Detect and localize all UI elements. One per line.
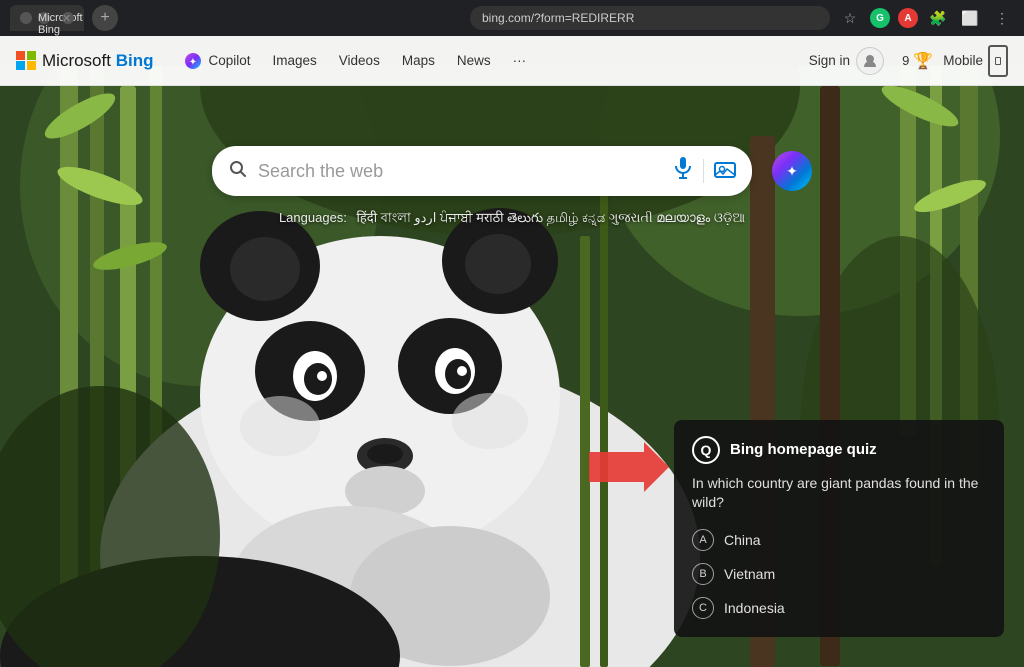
copilot-icon: ✦ — [183, 51, 203, 71]
option-b-circle: B — [692, 563, 714, 585]
quiz-icon: Q — [692, 436, 720, 464]
trophy-icon: 🏆 — [913, 51, 933, 71]
main-container: Microsoft Bing ✦ Copilot — [0, 36, 1024, 667]
quiz-option-a[interactable]: A China — [692, 527, 986, 553]
adblock-extension[interactable]: A — [898, 8, 918, 28]
extensions-button[interactable]: 🧩 — [926, 6, 950, 30]
menu-button[interactable]: ⋮ — [990, 6, 1014, 30]
option-b-text: Vietnam — [724, 566, 775, 582]
quiz-option-b[interactable]: B Vietnam — [692, 561, 986, 587]
option-a-circle: A — [692, 529, 714, 551]
nav-right: Sign in 9 🏆 Mobile — [801, 43, 1008, 79]
image-search-button[interactable] — [714, 159, 736, 184]
option-c-circle: C — [692, 597, 714, 619]
quiz-option-c[interactable]: C Indonesia — [692, 595, 986, 621]
search-divider — [703, 159, 704, 183]
nav-item-maps[interactable]: Maps — [392, 47, 445, 74]
languages-list: हिंदी বাংলা اردو ਪੰਜਾਬੀ मराठी తెలుగు தமி… — [357, 210, 746, 225]
points-badge[interactable]: 9 🏆 — [902, 51, 933, 71]
quiz-header: Q Bing homepage quiz — [692, 436, 986, 464]
split-view-button[interactable]: ⬜ — [958, 6, 982, 30]
nav-item-images[interactable]: Images — [263, 47, 327, 74]
option-a-text: China — [724, 532, 761, 548]
new-tab-button[interactable]: + — [92, 5, 118, 31]
quiz-question: In which country are giant pandas found … — [692, 474, 986, 513]
copilot-circle-button[interactable]: ✦ — [772, 151, 812, 191]
browser-chrome: Microsoft Bing ✕ + bing.com/?form=REDIRE… — [0, 0, 1024, 36]
microsoft-logo — [16, 51, 36, 71]
navbar: Microsoft Bing ✦ Copilot — [0, 36, 1024, 86]
quiz-title: Bing homepage quiz — [730, 441, 877, 458]
logo-text: Microsoft Bing — [42, 51, 153, 71]
tab-close[interactable]: ✕ — [62, 12, 74, 24]
languages-label: Languages: — [279, 210, 347, 225]
sign-in-button[interactable]: Sign in — [801, 43, 892, 79]
search-input[interactable] — [258, 161, 663, 182]
nav-item-videos[interactable]: Videos — [329, 47, 390, 74]
languages-bar: Languages: हिंदी বাংলা اردو ਪੰਜਾਬੀ मराठी… — [279, 208, 745, 230]
mobile-button[interactable]: Mobile — [943, 45, 1008, 77]
address-text: bing.com/?form=REDIRERR — [482, 11, 634, 25]
quiz-options: A China B Vietnam C Indonesia — [692, 527, 986, 621]
search-icon — [228, 159, 248, 184]
user-avatar — [856, 47, 884, 75]
grammarly-extension[interactable]: G — [870, 8, 890, 28]
nav-item-news[interactable]: News — [447, 47, 501, 74]
nav-links: ✦ Copilot Images Videos Maps News ··· — [173, 45, 796, 77]
nav-item-more[interactable]: ··· — [503, 47, 537, 74]
search-box — [212, 146, 752, 196]
search-area: ✦ — [212, 146, 812, 196]
svg-text:✦: ✦ — [786, 163, 798, 179]
address-bar[interactable]: bing.com/?form=REDIRERR — [470, 6, 830, 30]
browser-tab-area: Microsoft Bing ✕ + — [10, 5, 118, 31]
arrow-annotation — [589, 442, 669, 492]
browser-toolbar: ☆ G A 🧩 ⬜ ⋮ — [838, 6, 1014, 30]
quiz-card: Q Bing homepage quiz In which country ar… — [674, 420, 1004, 637]
tab-title: Microsoft Bing — [38, 12, 50, 24]
nav-item-copilot[interactable]: ✦ Copilot — [173, 45, 260, 77]
logo-area[interactable]: Microsoft Bing — [16, 51, 153, 71]
svg-text:✦: ✦ — [189, 57, 197, 68]
voice-search-button[interactable] — [673, 156, 693, 186]
bookmark-button[interactable]: ☆ — [838, 6, 862, 30]
option-c-text: Indonesia — [724, 600, 785, 616]
mobile-icon — [988, 45, 1008, 77]
